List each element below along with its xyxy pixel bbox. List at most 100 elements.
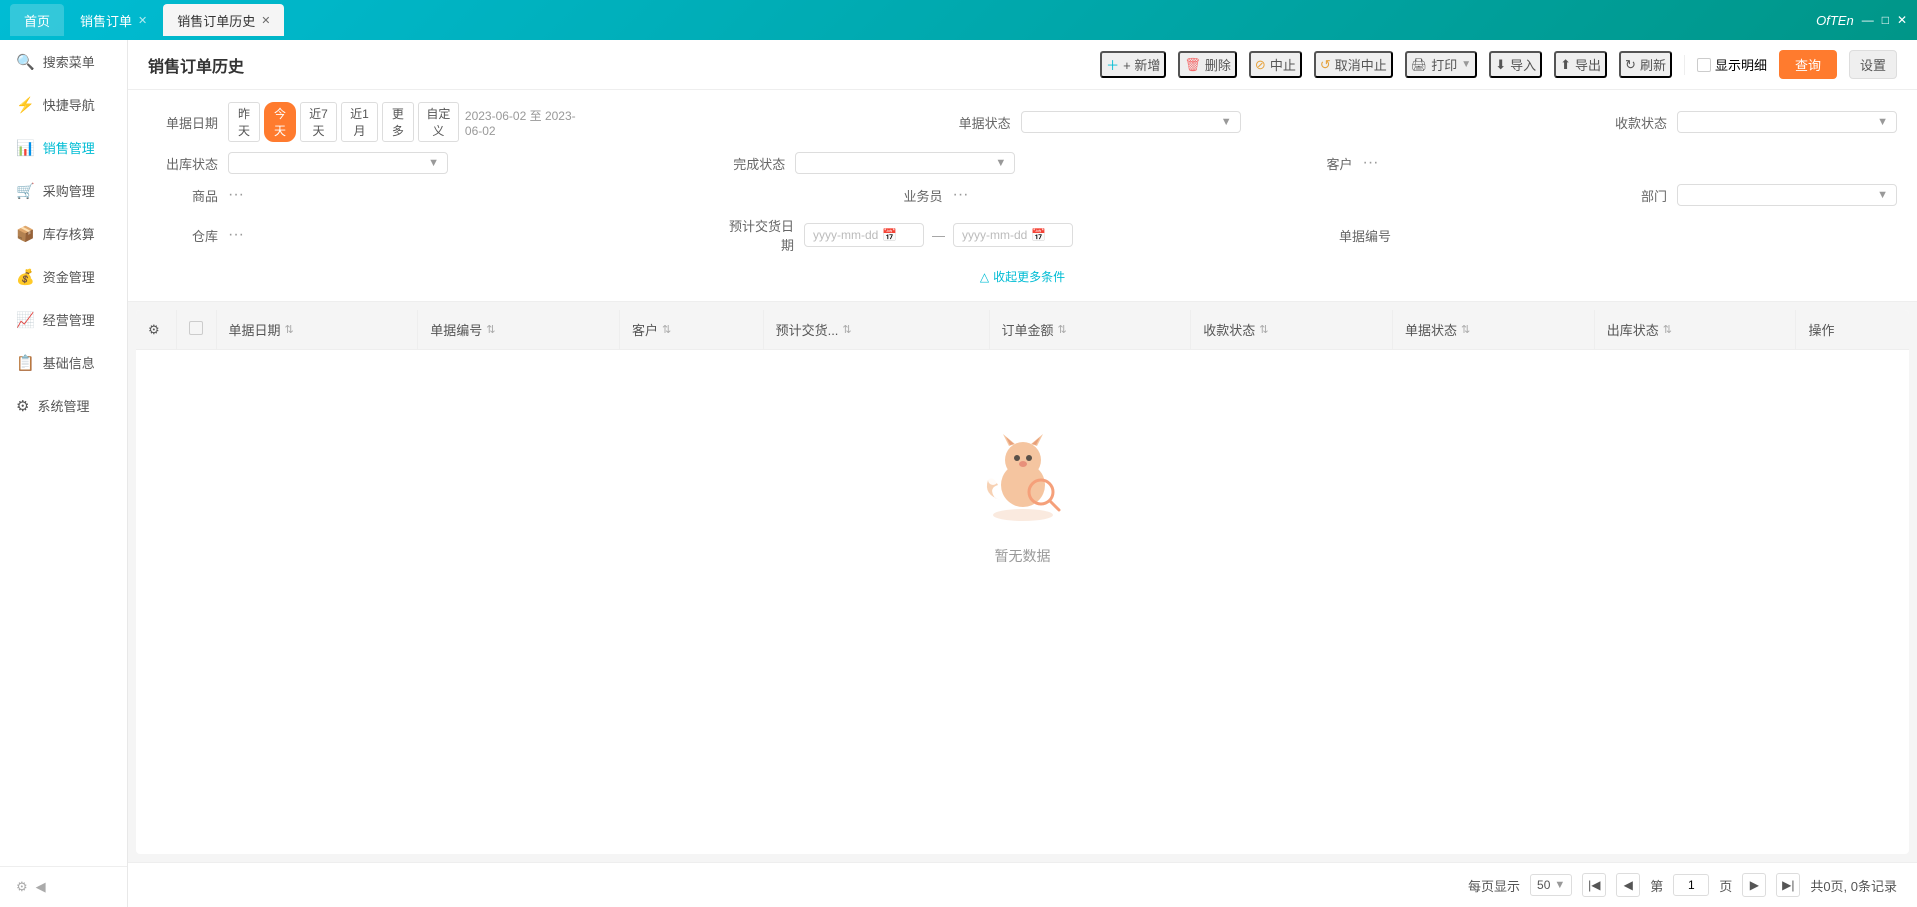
inventory-icon: 📦	[16, 225, 35, 243]
new-button[interactable]: ＋ + 新增	[1100, 51, 1166, 78]
per-page-select[interactable]: 50 ▼	[1530, 874, 1572, 896]
date-quick-btns: 昨天 今天 近7天 近1月 更多 自定义	[228, 102, 459, 142]
date-btn-today[interactable]: 今天	[264, 102, 296, 142]
product-dots[interactable]: ···	[228, 186, 244, 204]
import-icon: ⬇	[1495, 57, 1506, 73]
per-page-arrow: ▼	[1554, 879, 1565, 891]
page-first-btn[interactable]: |◀	[1582, 873, 1606, 897]
page-next-btn[interactable]: ▶	[1742, 873, 1766, 897]
sidebar-item-operations[interactable]: 📈 经营管理	[0, 298, 127, 341]
sidebar-settings-icon[interactable]: ⚙	[16, 879, 28, 895]
th-out-status-sort[interactable]: ⇅	[1663, 323, 1672, 336]
date-btn-1month[interactable]: 近1月	[341, 102, 378, 142]
date-filter-control: 昨天 今天 近7天 近1月 更多 自定义 2023-06-02 至 2023-0…	[228, 102, 584, 142]
th-customer-sort[interactable]: ⇅	[662, 323, 671, 336]
th-amount-sort[interactable]: ⇅	[1058, 323, 1067, 336]
department-select[interactable]: ▼	[1677, 184, 1897, 206]
new-icon: ＋	[1106, 55, 1119, 74]
order-status-select[interactable]: ▼	[1021, 111, 1241, 133]
th-settings[interactable]: ⚙	[136, 310, 176, 350]
th-expected-sort[interactable]: ⇅	[842, 323, 851, 336]
sidebar-purchase-mgmt-label: 采购管理	[43, 181, 95, 200]
basic-info-icon: 📋	[16, 354, 35, 372]
toolbar-divider	[1684, 55, 1685, 75]
finance-icon: 💰	[16, 268, 35, 286]
refresh-button[interactable]: ↻ 刷新	[1619, 51, 1672, 78]
outbound-select[interactable]: ▼	[228, 152, 448, 174]
th-no-sort[interactable]: ⇅	[486, 323, 495, 336]
stop-button[interactable]: ⊘ 中止	[1249, 51, 1302, 78]
sidebar-quick-nav-label: 快捷导航	[43, 95, 95, 114]
export-button[interactable]: ⬆ 导出	[1554, 51, 1607, 78]
delete-button[interactable]: 🗑 删除	[1178, 51, 1237, 78]
tab-sales-order-history-close[interactable]: ✕	[261, 14, 270, 27]
date-btn-more[interactable]: 更多	[382, 102, 414, 142]
data-table: ⚙ 单据日期 ⇅ 单据编号	[136, 310, 1909, 646]
sidebar-item-finance[interactable]: 💰 资金管理	[0, 255, 127, 298]
collapse-btn[interactable]: △ 收起更多条件	[148, 264, 1897, 289]
sidebar-search[interactable]: 🔍 搜索菜单	[0, 40, 127, 83]
query-button[interactable]: 查询	[1779, 50, 1837, 79]
export-icon: ⬆	[1560, 57, 1571, 73]
sidebar-item-basic-info[interactable]: 📋 基础信息	[0, 341, 127, 384]
th-date-sort[interactable]: ⇅	[285, 323, 294, 336]
print-dropdown-arrow: ▼	[1461, 59, 1471, 70]
warehouse-label: 仓库	[148, 226, 228, 245]
print-button[interactable]: 🖨 打印 ▼	[1405, 51, 1477, 78]
th-pay-status: 收款状态 ⇅	[1191, 310, 1393, 350]
display-detail-checkbox[interactable]	[1697, 58, 1711, 72]
sidebar-item-purchase-mgmt[interactable]: 🛒 采购管理	[0, 169, 127, 212]
total-label: 共0页, 0条记录	[1810, 876, 1897, 895]
window-close[interactable]: ✕	[1897, 13, 1907, 27]
window-minimize[interactable]: —	[1862, 13, 1874, 27]
expected-to-placeholder: yyyy-mm-dd	[962, 228, 1027, 242]
date-btn-custom[interactable]: 自定义	[418, 102, 459, 142]
often-label: OfTEn	[1816, 13, 1854, 28]
pay-status-select[interactable]: ▼	[1677, 111, 1897, 133]
page-last-btn[interactable]: ▶|	[1776, 873, 1800, 897]
expected-to-input[interactable]: yyyy-mm-dd 📅	[953, 223, 1073, 247]
page-input[interactable]	[1673, 874, 1709, 896]
sidebar-finance-label: 资金管理	[43, 267, 95, 286]
filter-row-3: 商品 ··· 业务员 ··· 部门 ▼	[148, 184, 1897, 206]
complete-status-select[interactable]: ▼	[795, 152, 1015, 174]
salesperson-dots[interactable]: ···	[953, 186, 969, 204]
cancel-stop-icon: ↺	[1320, 57, 1331, 73]
display-detail-checkbox-label[interactable]: 显示明细	[1697, 55, 1767, 74]
th-action-label: 操作	[1808, 323, 1834, 338]
tab-sales-order[interactable]: 销售订单 ✕	[66, 4, 161, 36]
header-checkbox[interactable]	[189, 321, 203, 335]
page-header: 销售订单历史 ＋ + 新增 🗑 删除 ⊘ 中止 ↺ 取消中止	[128, 40, 1917, 90]
per-page-label: 每页显示	[1468, 876, 1520, 895]
tab-sales-order-history-label: 销售订单历史	[177, 11, 255, 30]
tab-sales-order-history[interactable]: 销售订单历史 ✕	[163, 4, 284, 36]
page-label: 第	[1650, 876, 1663, 895]
warehouse-dots[interactable]: ···	[228, 226, 244, 244]
sidebar-item-sales-mgmt[interactable]: 📊 销售管理	[0, 126, 127, 169]
toolbar: ＋ + 新增 🗑 删除 ⊘ 中止 ↺ 取消中止 🖨 打印	[1100, 50, 1897, 79]
th-customer-label: 客户	[632, 320, 658, 339]
sidebar-item-system[interactable]: ⚙ 系统管理	[0, 384, 127, 427]
th-out-status: 出库状态 ⇅	[1594, 310, 1796, 350]
tab-home[interactable]: 首页	[10, 4, 64, 36]
sidebar-item-inventory[interactable]: 📦 库存核算	[0, 212, 127, 255]
sidebar-item-quick-nav[interactable]: ⚡ 快捷导航	[0, 83, 127, 126]
th-pay-status-label: 收款状态	[1203, 320, 1255, 339]
import-button[interactable]: ⬇ 导入	[1489, 51, 1542, 78]
th-amount: 订单金额 ⇅	[989, 310, 1191, 350]
sidebar-collapse-icon[interactable]: ◀	[36, 879, 46, 895]
page-prev-btn[interactable]: ◀	[1616, 873, 1640, 897]
date-btn-yesterday[interactable]: 昨天	[228, 102, 260, 142]
settings-button[interactable]: 设置	[1849, 50, 1897, 79]
th-pay-status-sort[interactable]: ⇅	[1259, 323, 1268, 336]
date-dash: —	[932, 228, 945, 243]
expected-from-input[interactable]: yyyy-mm-dd 📅	[804, 223, 924, 247]
th-checkbox[interactable]	[176, 310, 216, 350]
cancel-stop-button[interactable]: ↺ 取消中止	[1314, 51, 1393, 78]
th-order-status-sort[interactable]: ⇅	[1461, 323, 1470, 336]
outbound-arrow: ▼	[428, 157, 439, 169]
tab-sales-order-close[interactable]: ✕	[138, 14, 147, 27]
customer-dots[interactable]: ···	[1363, 154, 1379, 172]
date-btn-7days[interactable]: 近7天	[300, 102, 337, 142]
window-maximize[interactable]: □	[1882, 13, 1889, 27]
